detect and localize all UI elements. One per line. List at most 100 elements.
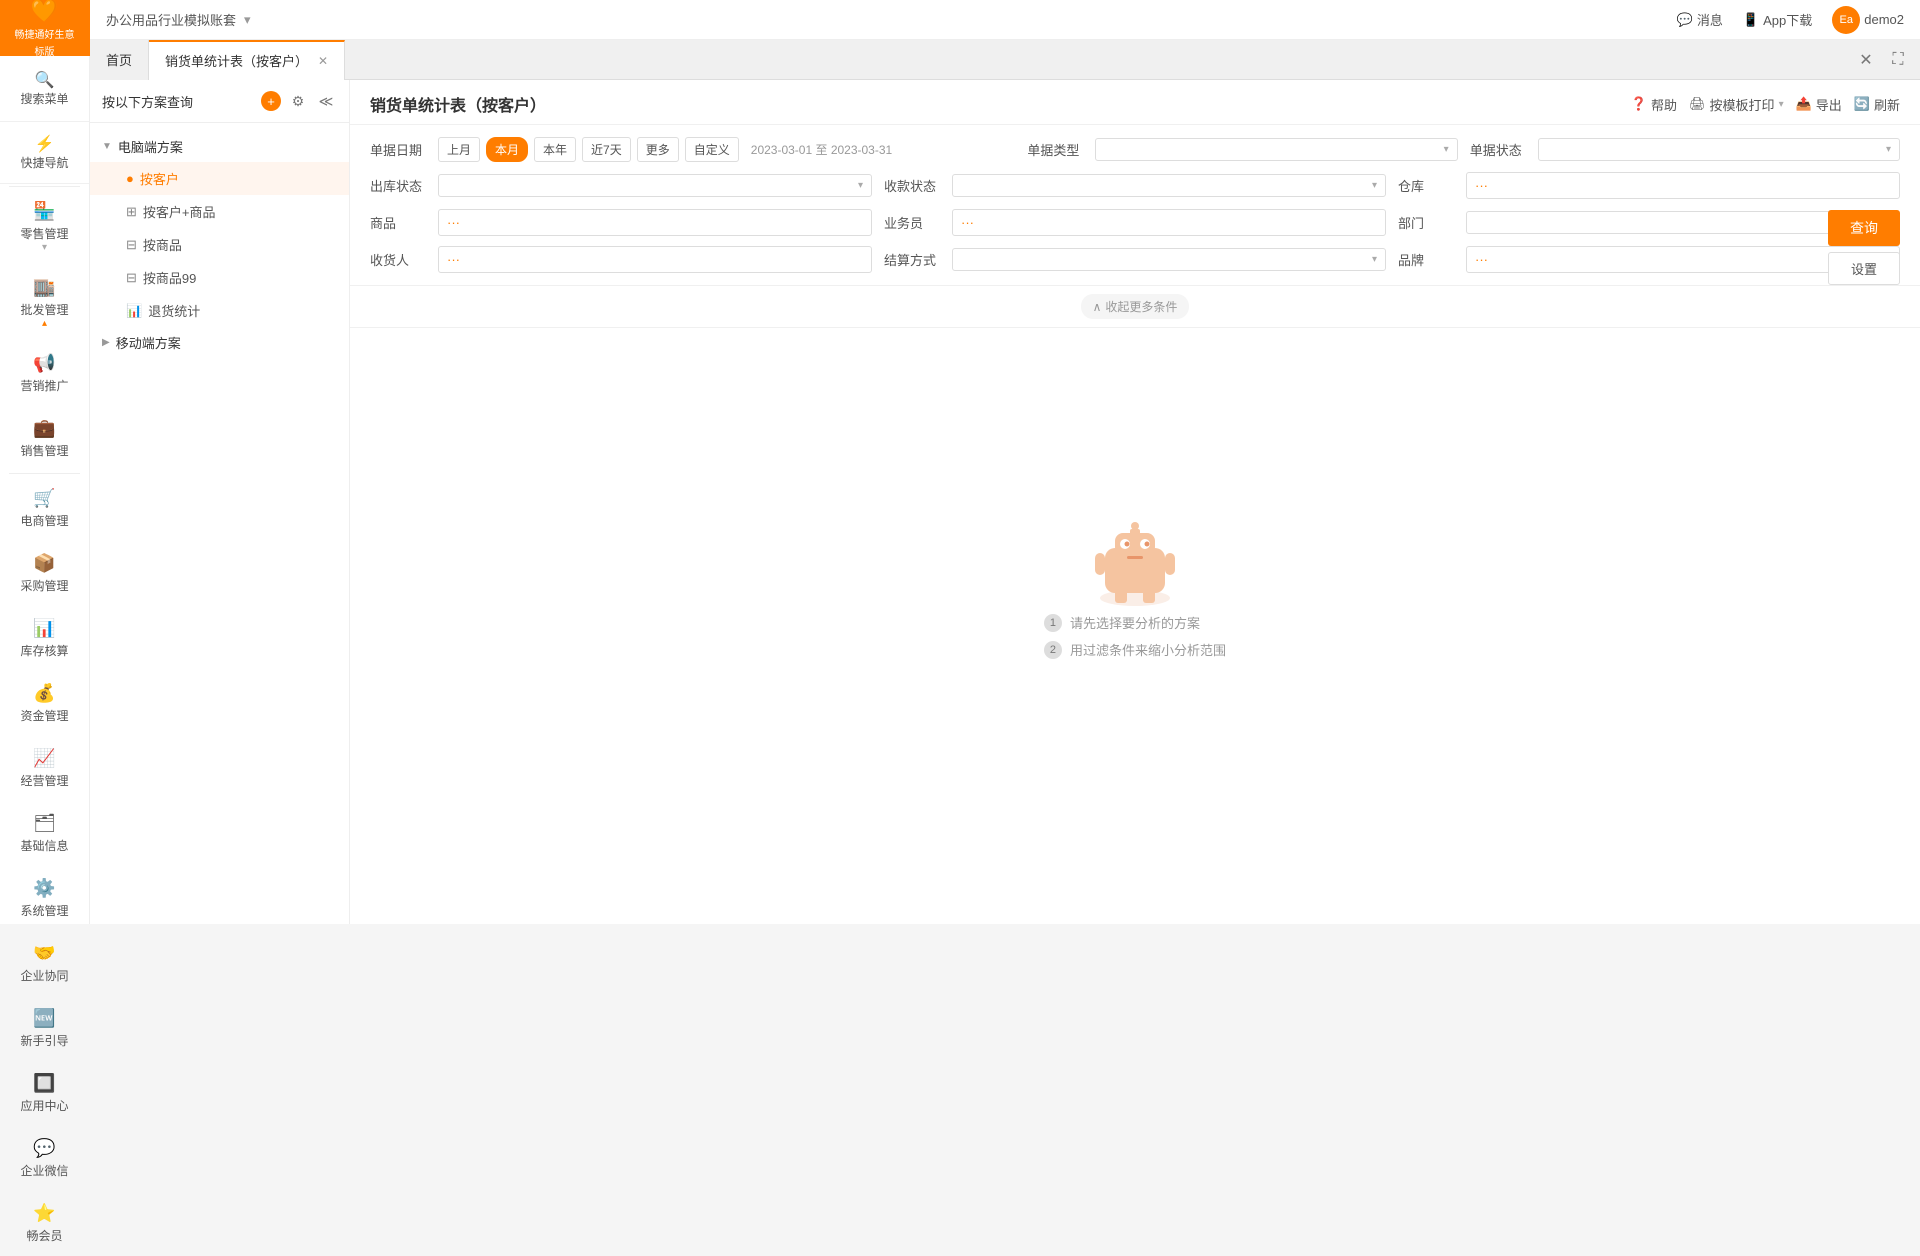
doc-type-select[interactable]: ▾ — [1095, 138, 1457, 161]
sidebar-item-sales[interactable]: 💼 销售管理 — [0, 406, 89, 471]
product-select[interactable]: ··· — [438, 209, 872, 236]
warehouse-select[interactable]: ··· — [1466, 172, 1900, 199]
tree-child-by-customer[interactable]: ● 按客户 — [90, 162, 349, 195]
sales-icon: 💼 — [33, 418, 55, 439]
settings-btn[interactable]: 设置 — [1828, 252, 1900, 285]
collapse-conditions-btn[interactable]: ∧ 收起更多条件 — [1081, 294, 1190, 319]
sidebar-item-purchase[interactable]: 📦 采购管理 — [0, 541, 89, 606]
tree-child-by-product-99[interactable]: ⊟ 按商品99 — [90, 261, 349, 294]
ecommerce-icon: 🛒 — [33, 488, 55, 509]
add-scheme-btn[interactable]: + — [261, 91, 281, 111]
sidebar-menu: 🔍 搜索菜单 ⚡ 快捷导航 🏪 零售管理 ▾ 🏬 批发管理 ▴ 📢 营销推广 💼… — [0, 56, 89, 1256]
template-print-btn[interactable]: 🖨 按模板打印 ▾ — [1689, 95, 1784, 114]
query-btn[interactable]: 查询 — [1828, 210, 1900, 246]
doc-type-label: 单据类型 — [1027, 140, 1087, 159]
tab-expand-btn[interactable]: ⛶ — [1886, 48, 1910, 72]
export-icon: 📤 — [1796, 96, 1812, 112]
settlement-select[interactable]: ▾ — [952, 248, 1386, 271]
sidebar-item-marketing[interactable]: 📢 营销推广 — [0, 341, 89, 406]
empty-robot-icon — [1075, 513, 1195, 613]
sidebar-item-enterprise[interactable]: 🤝 企业协同 — [0, 931, 89, 996]
app-download-icon: 📱 — [1743, 12, 1759, 28]
user-area[interactable]: Ea demo2 — [1832, 6, 1904, 34]
tab-sales-stats-label: 销货单统计表（按客户） — [165, 51, 308, 70]
payment-status-field: 收款状态 ▾ — [884, 172, 1386, 199]
collapse-chevron: ∧ — [1093, 300, 1102, 314]
tab-home[interactable]: 首页 — [90, 40, 149, 80]
doc-status-select[interactable]: ▾ — [1538, 138, 1900, 161]
tab-close-icon[interactable]: ✕ — [318, 54, 328, 68]
sidebar-item-wholesale[interactable]: 🏬 批发管理 ▴ — [0, 265, 89, 341]
sidebar-item-appcenter[interactable]: 🔲 应用中心 — [0, 1061, 89, 1126]
salesperson-select[interactable]: ··· — [952, 209, 1386, 236]
payment-arrow: ▾ — [1372, 180, 1377, 191]
system-icon: ⚙️ — [33, 878, 55, 899]
filter-row-3: 商品 ··· 业务员 ··· 部门 — [370, 209, 1900, 236]
export-btn[interactable]: 📤 导出 — [1796, 95, 1842, 114]
system-name-area[interactable]: 办公用品行业模拟账套 ▾ — [106, 10, 251, 29]
tree-desktop-header[interactable]: ▼ 电脑端方案 — [90, 131, 349, 162]
date-range: 2023-03-01 至 2023-03-31 — [751, 141, 892, 158]
sidebar-item-ecommerce[interactable]: 🛒 电商管理 — [0, 476, 89, 541]
tree-child-by-customer-product[interactable]: ⊞ 按客户+商品 — [90, 195, 349, 228]
help-btn[interactable]: ❓ 帮助 — [1631, 95, 1677, 114]
date-btn-7days[interactable]: 近7天 — [582, 137, 631, 162]
tree-group-mobile: ▶ 移动端方案 — [90, 327, 349, 358]
sidebar-item-retail[interactable]: 🏪 零售管理 ▾ — [0, 189, 89, 265]
date-btn-this-month[interactable]: 本月 — [486, 137, 528, 162]
retail-icon: 🏪 — [33, 201, 55, 222]
settings-scheme-btn[interactable]: ⚙ — [287, 90, 309, 112]
empty-tip-1: 1 请先选择要分析的方案 — [1044, 613, 1226, 632]
doc-type-field: 单据类型 ▾ — [1027, 138, 1457, 161]
inventory-icon: 📊 — [33, 618, 55, 639]
out-status-select[interactable]: ▾ — [438, 174, 872, 197]
department-field: 部门 ▾ — [1398, 209, 1900, 236]
sidebar-item-basics[interactable]: 🗂 基础信息 — [0, 801, 89, 866]
main-area: 办公用品行业模拟账套 ▾ 💬 消息 📱 App下载 Ea demo2 首页 — [90, 0, 1920, 924]
sidebar-item-newbie[interactable]: 🆕 新手引导 — [0, 996, 89, 1061]
customer-scheme-icon: ● — [126, 171, 134, 186]
tree-child-by-product[interactable]: ⊟ 按商品 — [90, 228, 349, 261]
doc-status-arrow: ▾ — [1886, 144, 1891, 155]
warehouse-placeholder: ··· — [1475, 178, 1488, 193]
sidebar-item-quicknav[interactable]: ⚡ 快捷导航 — [0, 122, 89, 184]
date-btn-last-month[interactable]: 上月 — [438, 137, 480, 162]
wholesale-icon: 🏬 — [33, 277, 55, 298]
date-btn-this-year[interactable]: 本年 — [534, 137, 576, 162]
settlement-arrow: ▾ — [1372, 254, 1377, 265]
message-label: 消息 — [1697, 10, 1723, 29]
tree-mobile-header[interactable]: ▶ 移动端方案 — [90, 327, 349, 358]
date-btn-custom[interactable]: 自定义 — [685, 137, 739, 162]
sidebar-item-vip[interactable]: ⭐ 畅会员 — [0, 1191, 89, 1256]
refresh-btn[interactable]: 🔄 刷新 — [1854, 95, 1900, 114]
tip-num-2: 2 — [1044, 641, 1062, 659]
date-btn-more[interactable]: 更多 — [637, 137, 679, 162]
collapse-panel-btn[interactable]: ≪ — [315, 90, 337, 112]
doc-status-field: 单据状态 ▾ — [1470, 138, 1900, 161]
tab-sales-stats[interactable]: 销货单统计表（按客户） ✕ — [149, 40, 345, 80]
tab-close-all-btn[interactable]: ✕ — [1854, 48, 1878, 72]
receiver-select[interactable]: ··· — [438, 246, 872, 273]
tip-text-2: 用过滤条件来缩小分析范围 — [1070, 640, 1226, 659]
department-label: 部门 — [1398, 213, 1458, 232]
tree-arrow-desktop: ▼ — [102, 141, 112, 152]
sidebar-item-corpwechat[interactable]: 💬 企业微信 — [0, 1126, 89, 1191]
tree-child-return-stats[interactable]: 📊 退货统计 — [90, 294, 349, 327]
sidebar-item-inventory[interactable]: 📊 库存核算 — [0, 606, 89, 671]
help-label: 帮助 — [1651, 95, 1677, 114]
sidebar-item-search[interactable]: 🔍 搜索菜单 — [0, 56, 89, 122]
tree-group-desktop: ▼ 电脑端方案 ● 按客户 ⊞ 按客户+商品 ⊟ 按商品 — [90, 131, 349, 327]
message-btn[interactable]: 💬 消息 — [1677, 10, 1723, 29]
app-download-btn[interactable]: 📱 App下载 — [1743, 10, 1812, 29]
settlement-field: 结算方式 ▾ — [884, 246, 1386, 273]
basics-icon: 🗂 — [33, 813, 56, 834]
payment-status-select[interactable]: ▾ — [952, 174, 1386, 197]
sidebar-item-operations[interactable]: 📈 经营管理 — [0, 736, 89, 801]
doc-status-label: 单据状态 — [1470, 140, 1530, 159]
avatar: Ea — [1832, 6, 1860, 34]
sidebar-item-system[interactable]: ⚙️ 系统管理 — [0, 866, 89, 931]
customer-product-icon: ⊞ — [126, 204, 137, 220]
empty-tips: 1 请先选择要分析的方案 2 用过滤条件来缩小分析范围 — [1044, 613, 1226, 659]
date-options: 上月 本月 本年 近7天 更多 自定义 2023-03-01 至 2023-03… — [438, 137, 892, 162]
sidebar-item-finance[interactable]: 💰 资金管理 — [0, 671, 89, 736]
